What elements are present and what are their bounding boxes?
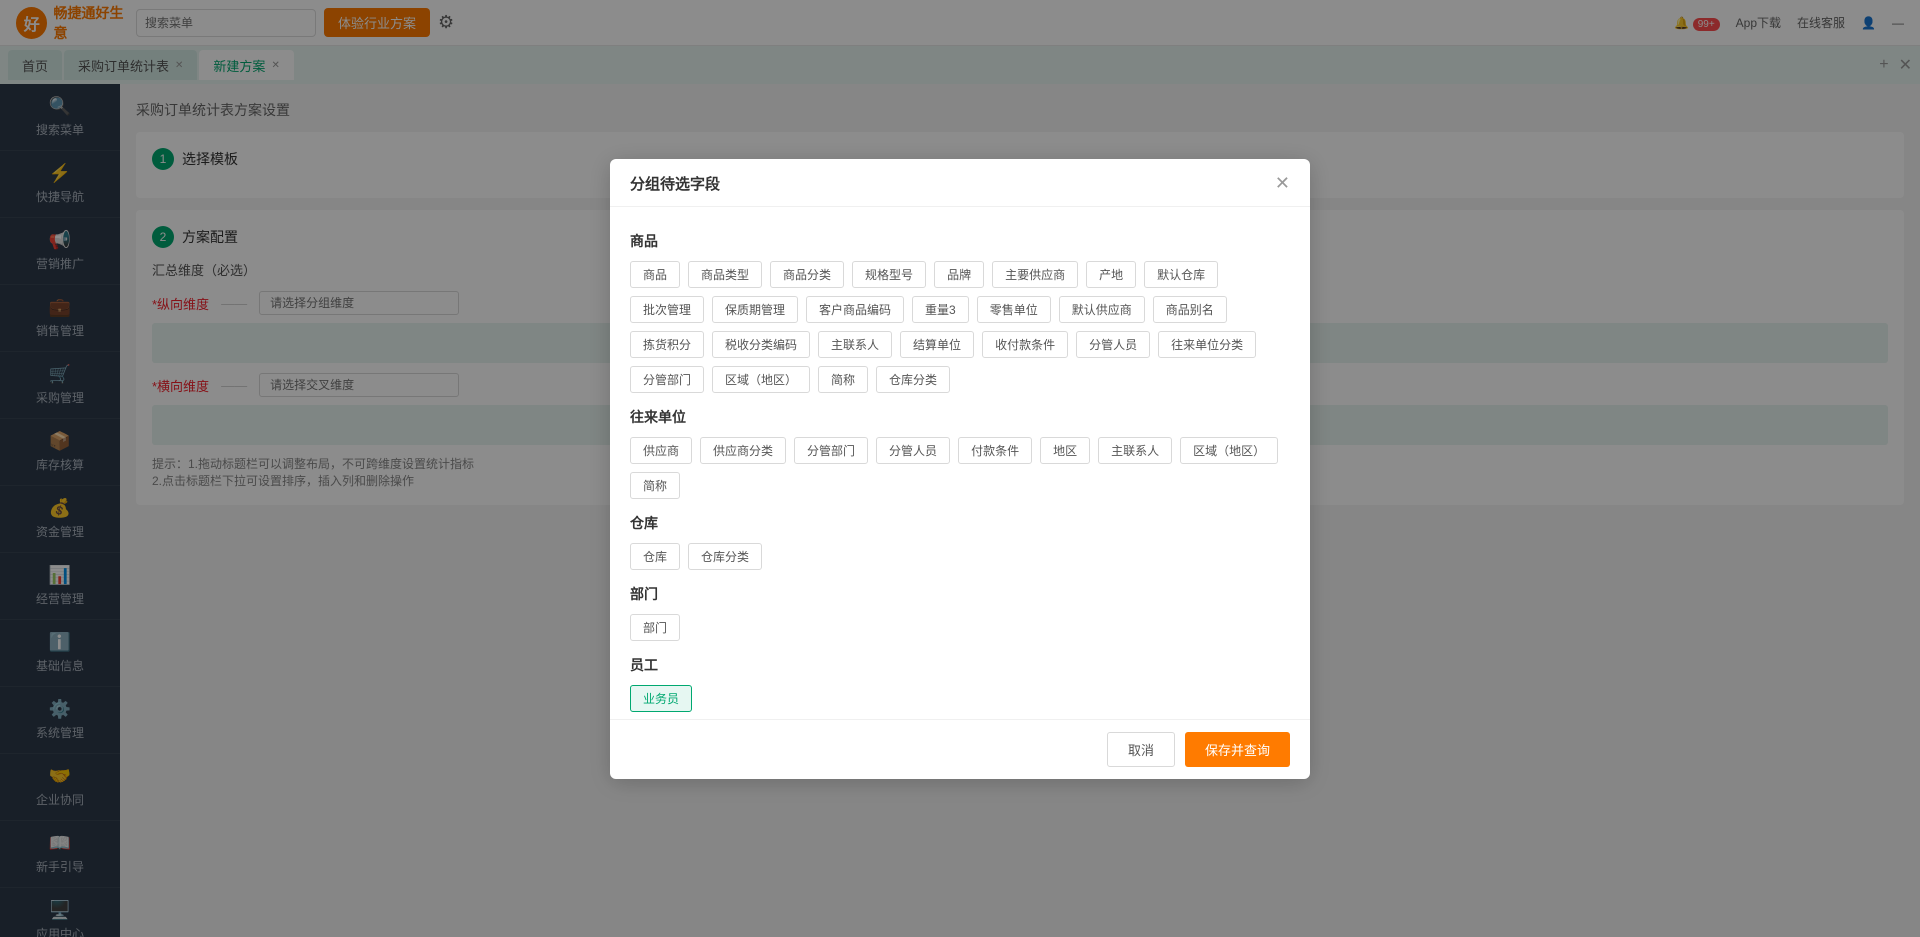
field-chip-0-12[interactable]: 零售单位 bbox=[977, 296, 1051, 323]
field-chip-0-20[interactable]: 分管人员 bbox=[1076, 331, 1150, 358]
modal-title: 分组待选字段 bbox=[630, 173, 720, 194]
field-chip-0-18[interactable]: 结算单位 bbox=[900, 331, 974, 358]
field-chip-1-2[interactable]: 分管部门 bbox=[794, 437, 868, 464]
modal-header: 分组待选字段 ✕ bbox=[610, 159, 1310, 207]
field-chip-0-9[interactable]: 保质期管理 bbox=[712, 296, 798, 323]
section-title-1: 往来单位 bbox=[630, 407, 1290, 427]
modal: 分组待选字段 ✕ 商品商品商品类型商品分类规格型号品牌主要供应商产地默认仓库批次… bbox=[610, 159, 1310, 779]
field-grid-3: 部门 bbox=[630, 614, 1290, 641]
field-chip-0-7[interactable]: 默认仓库 bbox=[1144, 261, 1218, 288]
cancel-button[interactable]: 取消 bbox=[1107, 732, 1175, 767]
field-chip-1-0[interactable]: 供应商 bbox=[630, 437, 692, 464]
section-title-2: 仓库 bbox=[630, 513, 1290, 533]
field-chip-0-23[interactable]: 区域（地区） bbox=[712, 366, 810, 393]
field-grid-2: 仓库仓库分类 bbox=[630, 543, 1290, 570]
field-chip-1-5[interactable]: 地区 bbox=[1040, 437, 1090, 464]
field-chip-0-17[interactable]: 主联系人 bbox=[818, 331, 892, 358]
field-grid-1: 供应商供应商分类分管部门分管人员付款条件地区主联系人区域（地区） 简称 bbox=[630, 437, 1290, 499]
section-title-0: 商品 bbox=[630, 231, 1290, 251]
field-chip-3-0[interactable]: 部门 bbox=[630, 614, 680, 641]
field-chip-0-21[interactable]: 往来单位分类 bbox=[1158, 331, 1256, 358]
field-chip-1-7[interactable]: 区域（地区） bbox=[1180, 437, 1278, 464]
modal-footer: 取消 保存并查询 bbox=[610, 719, 1310, 779]
field-chip-0-14[interactable]: 商品别名 bbox=[1153, 296, 1227, 323]
modal-close-btn[interactable]: ✕ bbox=[1275, 174, 1290, 192]
modal-body: 商品商品商品类型商品分类规格型号品牌主要供应商产地默认仓库批次管理保质期管理客户… bbox=[610, 207, 1310, 719]
field-chip-0-19[interactable]: 收付款条件 bbox=[982, 331, 1068, 358]
field-chip-0-0[interactable]: 商品 bbox=[630, 261, 680, 288]
field-chip-1-3[interactable]: 分管人员 bbox=[876, 437, 950, 464]
field-chip-1-1[interactable]: 供应商分类 bbox=[700, 437, 786, 464]
field-chip-4-0[interactable]: 业务员 bbox=[630, 685, 692, 712]
field-chip-0-4[interactable]: 品牌 bbox=[934, 261, 984, 288]
field-chip-0-6[interactable]: 产地 bbox=[1086, 261, 1136, 288]
field-chip-0-11[interactable]: 重量3 bbox=[912, 296, 969, 323]
field-chip-1-8[interactable]: 简称 bbox=[630, 472, 680, 499]
modal-overlay: 分组待选字段 ✕ 商品商品商品类型商品分类规格型号品牌主要供应商产地默认仓库批次… bbox=[0, 0, 1920, 937]
field-chip-0-25[interactable]: 仓库分类 bbox=[876, 366, 950, 393]
field-chip-2-1[interactable]: 仓库分类 bbox=[688, 543, 762, 570]
field-chip-0-3[interactable]: 规格型号 bbox=[852, 261, 926, 288]
field-chip-2-0[interactable]: 仓库 bbox=[630, 543, 680, 570]
field-grid-0: 商品商品类型商品分类规格型号品牌主要供应商产地默认仓库批次管理保质期管理客户商品… bbox=[630, 261, 1290, 393]
field-chip-0-1[interactable]: 商品类型 bbox=[688, 261, 762, 288]
field-chip-0-10[interactable]: 客户商品编码 bbox=[806, 296, 904, 323]
field-chip-0-13[interactable]: 默认供应商 bbox=[1059, 296, 1145, 323]
field-chip-1-4[interactable]: 付款条件 bbox=[958, 437, 1032, 464]
field-chip-0-15[interactable]: 拣货积分 bbox=[630, 331, 704, 358]
field-chip-0-22[interactable]: 分管部门 bbox=[630, 366, 704, 393]
field-chip-0-8[interactable]: 批次管理 bbox=[630, 296, 704, 323]
section-title-3: 部门 bbox=[630, 584, 1290, 604]
field-chip-0-2[interactable]: 商品分类 bbox=[770, 261, 844, 288]
confirm-button[interactable]: 保存并查询 bbox=[1185, 732, 1290, 767]
field-grid-4: 业务员 bbox=[630, 685, 1290, 712]
section-title-4: 员工 bbox=[630, 655, 1290, 675]
field-chip-0-16[interactable]: 税收分类编码 bbox=[712, 331, 810, 358]
field-chip-1-6[interactable]: 主联系人 bbox=[1098, 437, 1172, 464]
field-chip-0-24[interactable]: 简称 bbox=[818, 366, 868, 393]
field-chip-0-5[interactable]: 主要供应商 bbox=[992, 261, 1078, 288]
